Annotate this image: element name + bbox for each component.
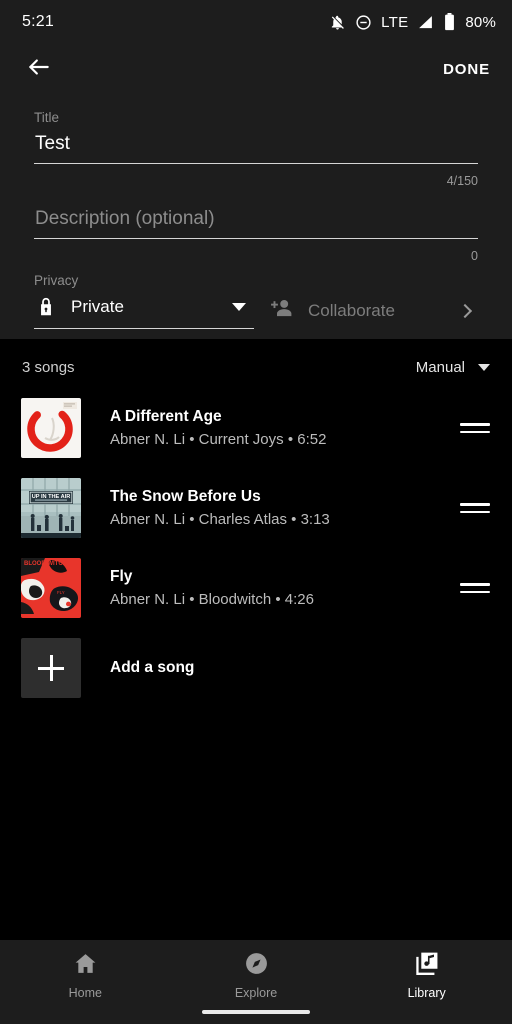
status-icon-group: LTE 80%	[329, 13, 496, 31]
song-subtitle: Abner N. Li • Current Joys • 6:52	[110, 431, 327, 448]
nav-label-library: Library	[407, 985, 446, 1000]
back-arrow-icon	[26, 54, 52, 85]
privacy-label: Privacy	[34, 273, 79, 288]
nav-item-library[interactable]: Library	[341, 951, 512, 1000]
nav-label-home: Home	[68, 985, 102, 1000]
gesture-bar-area	[0, 1010, 512, 1024]
table-row[interactable]: BLOOD WITCH FLY Fly Abner N. Li • Bloodw…	[0, 548, 512, 628]
description-field-block: Description (optional) 0	[0, 200, 512, 263]
done-button[interactable]: DONE	[441, 55, 492, 84]
library-music-icon	[414, 951, 439, 981]
title-field-block: Title Test 4/150	[0, 110, 512, 188]
title-input[interactable]: Test	[34, 125, 478, 163]
add-song-icon-box	[21, 638, 81, 698]
song-title: A Different Age	[110, 408, 222, 425]
add-song-button[interactable]: Add a song	[0, 628, 512, 708]
table-row[interactable]: UP IN THE AIR The Snow Before Us Abner N…	[0, 468, 512, 548]
album-art: BLOOD WITCH FLY	[21, 558, 81, 618]
song-count-label: 3 songs	[22, 359, 75, 376]
nav-item-home[interactable]: Home	[0, 951, 171, 1000]
status-bar: 5:21 LTE 80%	[0, 0, 512, 44]
svg-text:BLOOD WITCH: BLOOD WITCH	[24, 561, 67, 567]
description-input[interactable]: Description (optional)	[34, 200, 478, 238]
do-not-disturb-icon	[355, 14, 372, 31]
lock-icon	[35, 295, 57, 319]
nav-item-explore[interactable]: Explore	[171, 951, 342, 1000]
playlist-details-form: DONE Title Test 4/150 Description (optio…	[0, 44, 512, 339]
description-char-counter: 0	[471, 249, 478, 263]
collaborate-label: Collaborate	[308, 300, 395, 320]
song-info: Fly Abner N. Li • Bloodwitch • 4:26	[110, 568, 460, 608]
compass-icon	[244, 951, 269, 981]
drag-handle[interactable]	[460, 493, 490, 523]
table-row[interactable]: A Different Age Abner N. Li • Current Jo…	[0, 388, 512, 468]
title-label: Title	[34, 110, 60, 125]
song-list-header: 3 songs Manual	[0, 339, 512, 388]
chevron-down-icon	[232, 303, 246, 311]
back-button[interactable]	[22, 52, 56, 86]
song-title: The Snow Before Us	[110, 488, 261, 505]
playlist-editor-screen: 5:21 LTE 80% DONE Title Test 4/150 Descr…	[0, 0, 512, 1024]
privacy-underline	[34, 328, 254, 329]
battery-percent-label: 80%	[465, 13, 496, 31]
bottom-navigation: Home Explore Library	[0, 940, 512, 1010]
drag-handle[interactable]	[460, 413, 490, 443]
privacy-row: Private Collaborate	[34, 292, 478, 329]
drag-handle[interactable]	[460, 573, 490, 603]
song-subtitle: Abner N. Li • Bloodwitch • 4:26	[110, 591, 314, 608]
nav-label-explore: Explore	[234, 985, 278, 1000]
signal-icon	[417, 14, 434, 31]
svg-text:FLY: FLY	[57, 590, 65, 595]
sort-label: Manual	[415, 359, 465, 376]
privacy-dropdown[interactable]: Private	[34, 292, 254, 329]
plus-icon	[38, 655, 64, 681]
song-title: Fly	[110, 568, 133, 585]
status-time: 5:21	[22, 13, 54, 30]
song-info: A Different Age Abner N. Li • Current Jo…	[110, 408, 460, 448]
privacy-value: Private	[71, 297, 124, 316]
add-song-label: Add a song	[110, 659, 195, 676]
person-add-icon	[268, 297, 295, 324]
collaborate-button[interactable]: Collaborate	[268, 292, 478, 324]
network-type-label: LTE	[381, 13, 409, 31]
title-char-counter: 4/150	[446, 174, 478, 188]
notifications-off-icon	[329, 14, 346, 31]
album-art	[21, 398, 81, 458]
song-subtitle: Abner N. Li • Charles Atlas • 3:13	[110, 511, 330, 528]
song-list: A Different Age Abner N. Li • Current Jo…	[0, 388, 512, 940]
privacy-field-block: Privacy Private Collaborate	[0, 273, 512, 329]
chevron-right-icon	[457, 303, 473, 318]
home-icon	[73, 951, 98, 981]
app-bar: DONE	[0, 44, 512, 94]
sort-dropdown[interactable]: Manual	[416, 359, 490, 376]
gesture-bar[interactable]	[202, 1010, 310, 1014]
song-info: The Snow Before Us Abner N. Li • Charles…	[110, 488, 460, 528]
album-art: UP IN THE AIR	[21, 478, 81, 538]
chevron-down-icon	[478, 364, 490, 371]
battery-icon	[443, 13, 456, 31]
